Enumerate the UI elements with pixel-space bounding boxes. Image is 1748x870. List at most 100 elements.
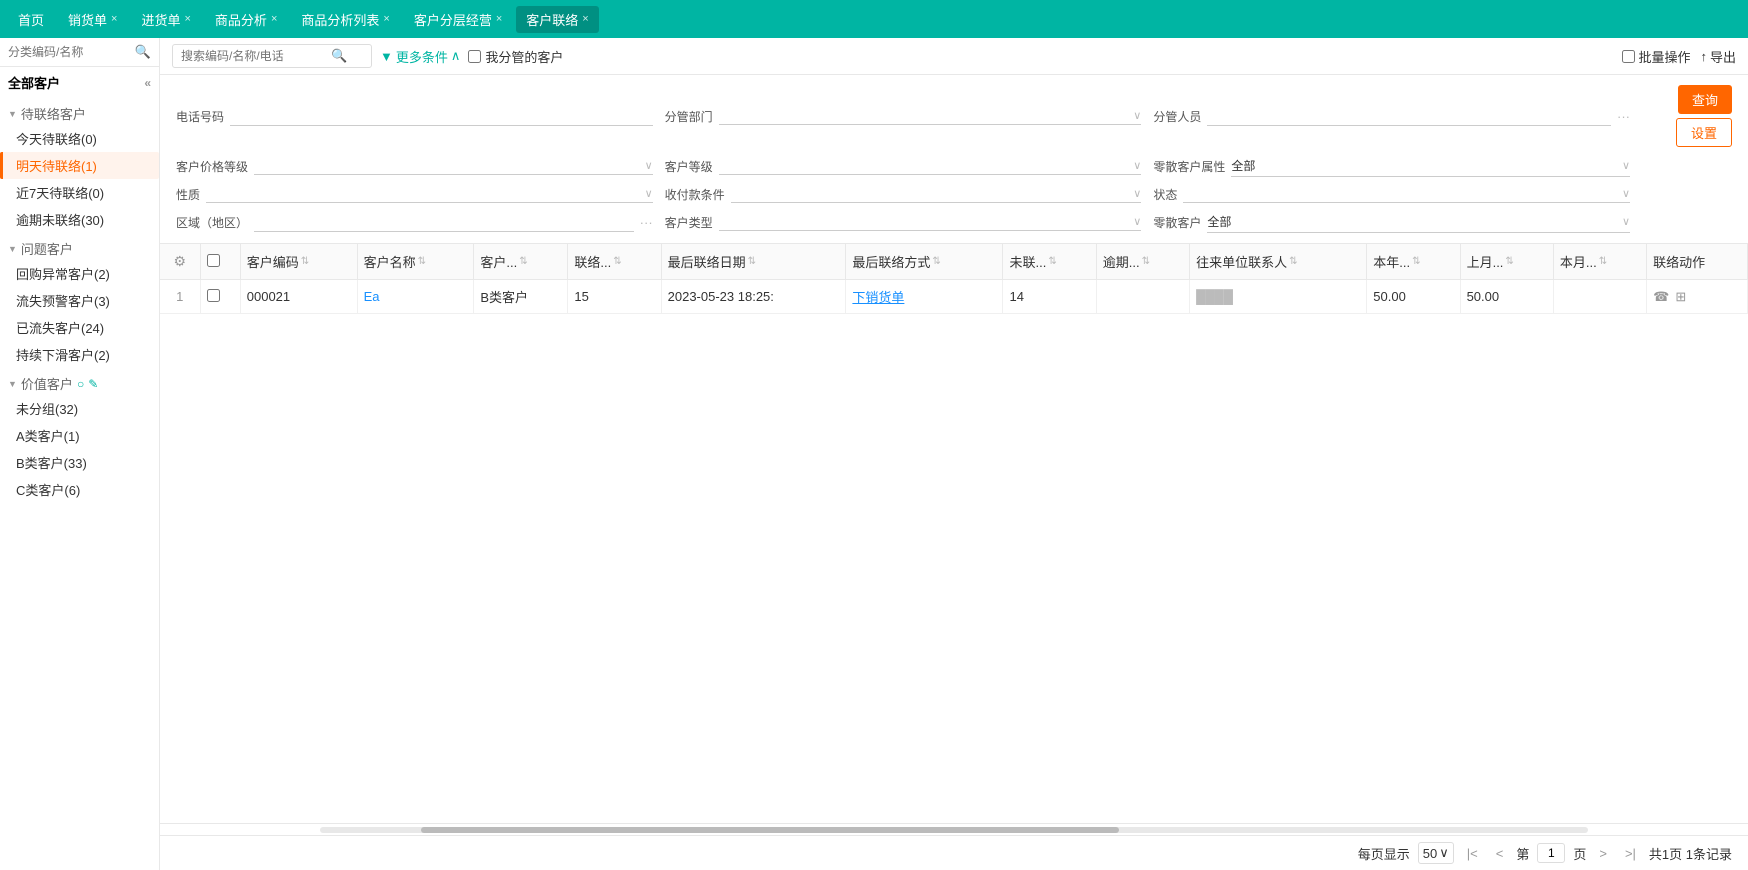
sidebar-item-declining[interactable]: 持续下滑客户(2) bbox=[0, 341, 159, 368]
sort-icon[interactable]: ⇅ bbox=[748, 256, 756, 267]
filter-row-3: 性质 ∨ 收付款条件 ∨ 状态 bbox=[176, 185, 1732, 203]
nav-item-customer-contact[interactable]: 客户联络 × bbox=[516, 6, 598, 33]
sidebar-item-class-c[interactable]: C类客户(6) bbox=[0, 476, 159, 503]
col-last-contact-method: 最后联络方式 ⇅ bbox=[846, 244, 1003, 280]
scrollbar-thumb[interactable] bbox=[421, 827, 1118, 833]
close-icon[interactable]: × bbox=[111, 13, 117, 25]
nav-item-sales[interactable]: 销货单 × bbox=[58, 6, 127, 33]
row-contact: 15 bbox=[568, 280, 661, 314]
sidebar-search-input[interactable] bbox=[8, 45, 131, 59]
row-this-month bbox=[1553, 280, 1646, 314]
status-select[interactable]: ∨ bbox=[1183, 185, 1630, 203]
col-this-year: 本年... ⇅ bbox=[1367, 244, 1460, 280]
nav-item-purchase[interactable]: 进货单 × bbox=[131, 6, 200, 33]
settings-icon[interactable]: ⚙ bbox=[173, 253, 186, 269]
chevron-down-icon: ∨ bbox=[1133, 159, 1141, 172]
price-level-select[interactable]: ∨ bbox=[254, 157, 653, 175]
my-customer-checkbox[interactable]: 我分管的客户 bbox=[468, 47, 563, 66]
payment-select[interactable]: ∨ bbox=[731, 185, 1142, 203]
retail-customer-select[interactable]: 全部 ∨ bbox=[1207, 211, 1630, 233]
sort-icon[interactable]: ⇅ bbox=[1505, 256, 1513, 267]
more-dots-icon[interactable]: ··· bbox=[1617, 109, 1630, 124]
my-customer-check[interactable] bbox=[468, 50, 481, 63]
close-icon[interactable]: × bbox=[496, 13, 502, 25]
col-last-contact-date: 最后联络日期 ⇅ bbox=[661, 244, 846, 280]
dept-select[interactable]: ∨ bbox=[719, 107, 1142, 125]
col-code: 客户编码 ⇅ bbox=[240, 244, 357, 280]
close-icon[interactable]: × bbox=[383, 13, 389, 25]
close-icon[interactable]: × bbox=[582, 13, 588, 25]
gender-select[interactable]: ∨ bbox=[206, 185, 653, 203]
batch-op-btn[interactable]: 批量操作 bbox=[1622, 47, 1690, 66]
filter-cell-status: 状态 ∨ bbox=[1153, 185, 1642, 203]
filter-icon: ▼ bbox=[380, 49, 393, 64]
nav-item-customer-tier[interactable]: 客户分层经营 × bbox=[404, 6, 512, 33]
contact-icon[interactable]: ☎ bbox=[1653, 289, 1669, 305]
export-btn[interactable]: ↑ 导出 bbox=[1700, 47, 1736, 66]
sort-icon[interactable]: ⇅ bbox=[1142, 256, 1150, 267]
sidebar-item-class-a[interactable]: A类客户(1) bbox=[0, 422, 159, 449]
horizontal-scrollbar[interactable] bbox=[160, 823, 1748, 835]
row-type: B类客户 bbox=[474, 280, 568, 314]
search-icon[interactable]: 🔍 bbox=[135, 44, 151, 60]
set-button[interactable]: 设置 bbox=[1676, 118, 1732, 147]
row-check[interactable] bbox=[200, 280, 240, 314]
top-nav: 首页 销货单 × 进货单 × 商品分析 × 商品分析列表 × 客户分层经营 × … bbox=[0, 0, 1748, 38]
batch-checkbox[interactable] bbox=[1622, 50, 1635, 63]
chevron-down-icon: ∨ bbox=[1622, 159, 1630, 172]
next-page-btn[interactable]: > bbox=[1594, 844, 1612, 863]
more-filter-btn[interactable]: ▼ 更多条件 ∧ bbox=[380, 47, 460, 66]
prev-page-btn[interactable]: < bbox=[1491, 844, 1509, 863]
sort-icon[interactable]: ⇅ bbox=[1048, 256, 1056, 267]
page-number-input[interactable] bbox=[1537, 843, 1565, 863]
sidebar-item-churn-warning[interactable]: 流失预警客户(3) bbox=[0, 287, 159, 314]
first-page-btn[interactable]: |< bbox=[1462, 844, 1483, 863]
page-size-select[interactable]: 50 ∨ bbox=[1418, 842, 1454, 864]
last-page-btn[interactable]: >| bbox=[1620, 844, 1641, 863]
chevron-up-icon: ∧ bbox=[451, 48, 461, 64]
sort-icon[interactable]: ⇅ bbox=[301, 256, 309, 267]
manager-input[interactable] bbox=[1207, 107, 1611, 126]
sort-icon[interactable]: ⇅ bbox=[613, 256, 621, 267]
customer-type-select[interactable]: ∨ bbox=[719, 213, 1142, 231]
more-dots-region-icon[interactable]: ··· bbox=[640, 215, 653, 230]
search-icon[interactable]: 🔍 bbox=[331, 48, 347, 64]
retail-attr-select[interactable]: 全部 ∨ bbox=[1231, 155, 1630, 177]
close-icon[interactable]: × bbox=[271, 13, 277, 25]
sidebar-item-class-b[interactable]: B类客户(33) bbox=[0, 449, 159, 476]
total-count: 共1页 1条记录 bbox=[1649, 844, 1732, 863]
sidebar-item-tomorrow-contact[interactable]: 明天待联络(1) bbox=[0, 152, 159, 179]
filter-cell-price-level: 客户价格等级 ∨ bbox=[176, 157, 665, 175]
customer-table: ⚙ 客户编码 ⇅ 客户名称 bbox=[160, 244, 1748, 314]
sort-icon[interactable]: ⇅ bbox=[1289, 256, 1297, 267]
sidebar-item-overdue-contact[interactable]: 逾期未联络(30) bbox=[0, 206, 159, 233]
grid-icon[interactable]: ⊞ bbox=[1675, 289, 1686, 305]
phone-input[interactable] bbox=[230, 107, 653, 126]
sort-icon[interactable]: ⇅ bbox=[932, 256, 940, 267]
close-icon[interactable]: × bbox=[184, 13, 190, 25]
query-button[interactable]: 查询 bbox=[1678, 85, 1732, 114]
sort-icon[interactable]: ⇅ bbox=[1412, 256, 1420, 267]
customer-level-select[interactable]: ∨ bbox=[719, 157, 1142, 175]
sort-icon[interactable]: ⇅ bbox=[519, 256, 527, 267]
nav-home[interactable]: 首页 bbox=[8, 6, 54, 33]
sidebar-item-repurchase-abnormal[interactable]: 回购异常客户(2) bbox=[0, 260, 159, 287]
search-input[interactable] bbox=[181, 49, 331, 63]
chevron-down-icon: ∨ bbox=[1133, 215, 1141, 228]
sidebar-all-customers[interactable]: 全部客户 « bbox=[0, 67, 159, 98]
sidebar-item-churned[interactable]: 已流失客户(24) bbox=[0, 314, 159, 341]
filter-cell-phone: 电话号码 bbox=[176, 107, 665, 126]
select-all-checkbox[interactable] bbox=[207, 254, 220, 267]
filter-cell-manager: 分管人员 ··· bbox=[1153, 107, 1642, 126]
sidebar-item-today-contact[interactable]: 今天待联络(0) bbox=[0, 125, 159, 152]
region-input[interactable] bbox=[254, 213, 634, 232]
chevron-down-icon: ∨ bbox=[1622, 187, 1630, 200]
sort-icon[interactable]: ⇅ bbox=[418, 256, 426, 267]
sidebar-item-ungrouped[interactable]: 未分组(32) bbox=[0, 395, 159, 422]
row-last-contact-method: 下销货单 bbox=[846, 280, 1003, 314]
nav-item-product-analysis-list[interactable]: 商品分析列表 × bbox=[291, 6, 399, 33]
nav-item-product-analysis[interactable]: 商品分析 × bbox=[205, 6, 287, 33]
toolbar-right: 批量操作 ↑ 导出 bbox=[1622, 47, 1736, 66]
sidebar-item-7days-contact[interactable]: 近7天待联络(0) bbox=[0, 179, 159, 206]
sort-icon[interactable]: ⇅ bbox=[1599, 256, 1607, 267]
